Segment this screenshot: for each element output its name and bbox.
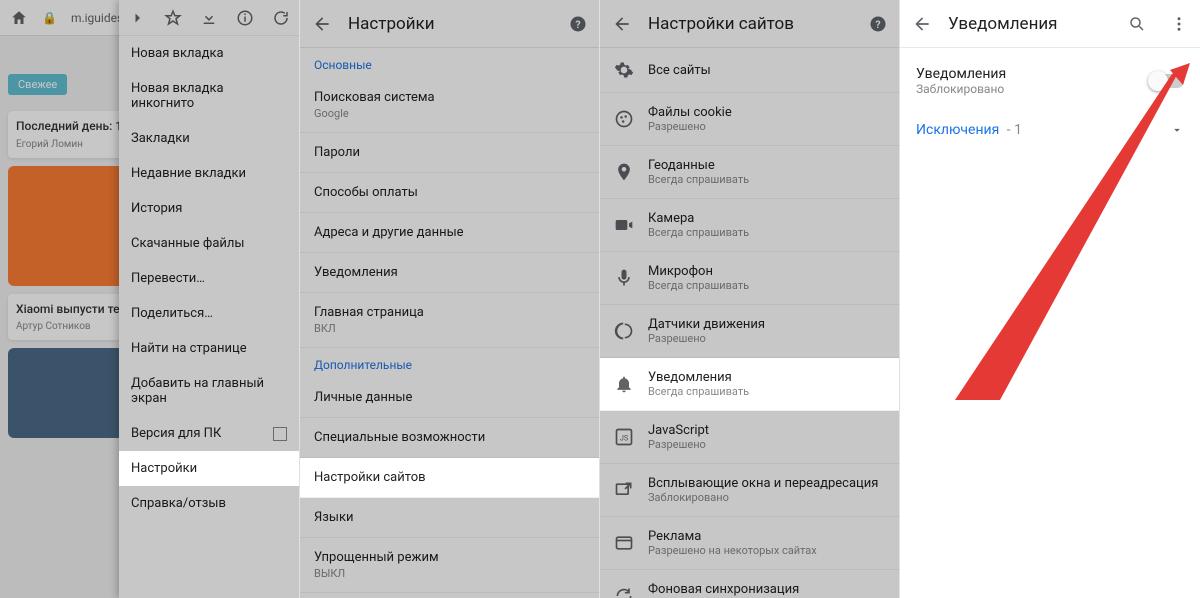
fresh-badge[interactable]: Свежее <box>8 74 67 95</box>
back-icon[interactable] <box>612 14 632 34</box>
setting-row[interactable]: Скачанные файлы <box>300 593 599 598</box>
ads-icon <box>614 533 634 553</box>
svg-text:?: ? <box>875 17 880 30</box>
setting-row[interactable]: Настройки сайтов <box>300 458 599 498</box>
section-label: Дополнительные <box>300 348 599 378</box>
help-icon[interactable]: ? <box>569 15 587 33</box>
site-setting-row[interactable]: ГеоданныеВсегда спрашивать <box>600 146 899 199</box>
settings-appbar: Настройки ? <box>300 0 599 48</box>
setting-row[interactable]: Упрощенный режимВЫКЛ <box>300 538 599 593</box>
site-setting-row[interactable]: Все сайты <box>600 48 899 93</box>
camera-icon <box>614 215 634 235</box>
search-icon[interactable] <box>1128 15 1146 33</box>
site-setting-row[interactable]: Фоновая синхронизацияРазрешено <box>600 570 899 598</box>
svg-text:?: ? <box>575 17 580 30</box>
section-label: Основные <box>300 48 599 78</box>
home-icon[interactable] <box>10 9 28 27</box>
help-icon[interactable]: ? <box>869 15 887 33</box>
lock-icon: 🔒 <box>42 11 57 25</box>
exceptions-label: Исключения <box>916 122 999 138</box>
back-icon[interactable] <box>912 14 932 34</box>
site-setting-row[interactable]: РекламаРазрешено на некоторых сайтах <box>600 517 899 570</box>
setting-row[interactable]: Личные данные <box>300 378 599 418</box>
page-title: Настройки <box>348 14 553 34</box>
notifications-toggle[interactable] <box>1150 74 1184 88</box>
exceptions-row[interactable]: Исключения - 1 <box>916 112 1184 148</box>
pin-icon <box>614 162 634 182</box>
overflow-menu-highlight: Новая вкладкаНовая вкладка инкогнитоЗакл… <box>119 0 299 598</box>
setting-row[interactable]: Адреса и другие данные <box>300 213 599 253</box>
sync-icon <box>614 586 634 598</box>
page-title: Уведомления <box>948 14 1104 34</box>
site-setting-row[interactable]: КамераВсегда спрашивать <box>600 199 899 252</box>
notifications-appbar: Уведомления <box>900 0 1200 48</box>
setting-row[interactable]: Пароли <box>300 133 599 173</box>
page-title: Настройки сайтов <box>648 14 853 34</box>
exceptions-count: - 1 <box>1007 122 1022 138</box>
setting-row[interactable]: Способы оплаты <box>300 173 599 213</box>
setting-row[interactable]: Поисковая системаGoogle <box>300 78 599 133</box>
setting-row[interactable]: Специальные возможности <box>300 418 599 458</box>
more-icon[interactable] <box>1170 15 1188 33</box>
menu-item-settings-highlight[interactable]: Настройки <box>119 451 299 486</box>
site-setting-row[interactable]: Файлы cookieРазрешено <box>600 93 899 146</box>
svg-text:JS: JS <box>620 433 629 442</box>
bell-icon <box>614 374 634 394</box>
mic-icon <box>614 268 634 288</box>
site-setting-row[interactable]: УведомленияВсегда спрашивать <box>600 358 899 411</box>
notifications-toggle-row[interactable]: Уведомления Заблокировано <box>916 60 1184 112</box>
site-settings-appbar: Настройки сайтов ? <box>600 0 899 48</box>
setting-row[interactable]: Уведомления <box>300 253 599 293</box>
chevron-down-icon <box>1170 123 1184 137</box>
popup-icon <box>614 480 634 500</box>
notifications-status: Заблокировано <box>916 82 1006 96</box>
site-setting-row[interactable]: МикрофонВсегда спрашивать <box>600 252 899 305</box>
site-setting-row[interactable]: Всплывающие окна и переадресацияЗаблокир… <box>600 464 899 517</box>
motion-icon <box>614 321 634 341</box>
cookie-icon <box>614 109 634 129</box>
site-setting-row[interactable]: JSJavaScriptРазрешено <box>600 411 899 464</box>
setting-row[interactable]: Языки <box>300 498 599 538</box>
site-setting-row[interactable]: Датчики движенияРазрешено <box>600 305 899 358</box>
settings-icon <box>614 60 634 80</box>
notifications-label: Уведомления <box>916 66 1006 82</box>
setting-row[interactable]: Главная страницаВКЛ <box>300 293 599 348</box>
js-icon: JS <box>614 427 634 447</box>
back-icon[interactable] <box>312 14 332 34</box>
